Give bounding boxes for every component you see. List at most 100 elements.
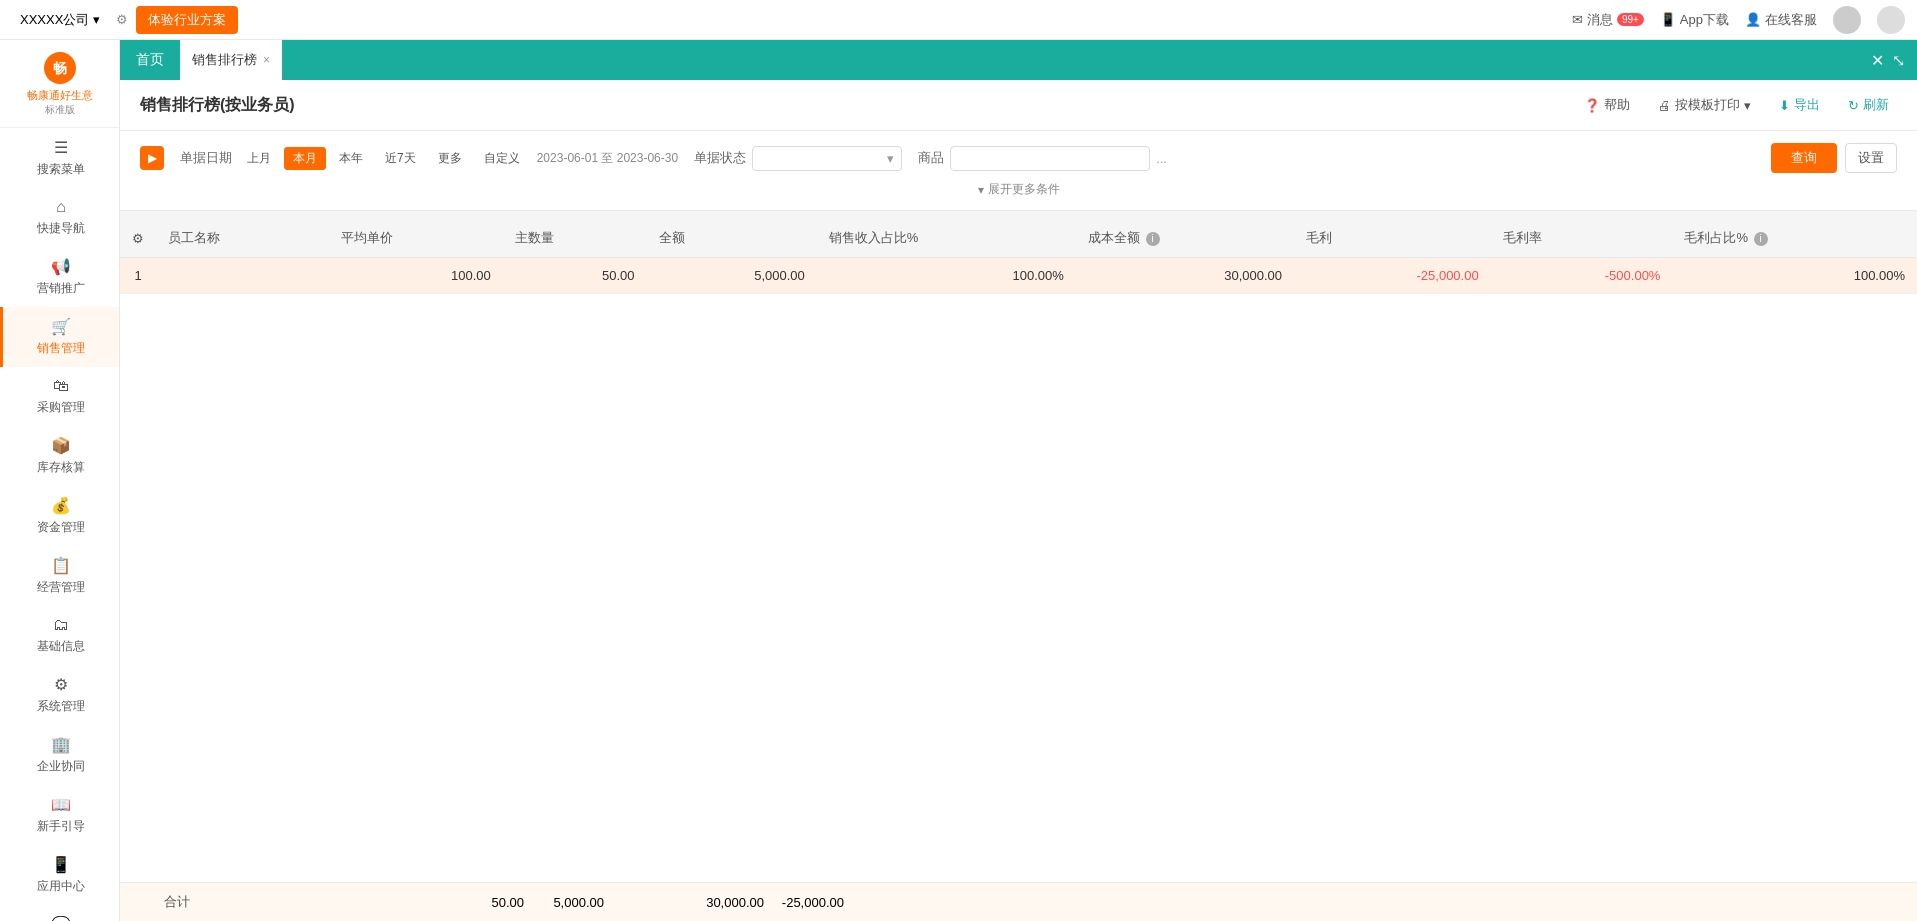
cell-cost: 30,000.00 [1076, 258, 1294, 294]
expand-more-btn[interactable]: ▾ 展开更多条件 [140, 181, 1897, 198]
operations-icon: 📋 [51, 556, 71, 575]
logo-icon: 畅 [42, 50, 78, 86]
company-selector[interactable]: XXXXX公司 ▾ [12, 7, 108, 33]
wechat-icon: 💬 [51, 915, 71, 921]
tab-sales-ranking[interactable]: 销售排行榜 × [180, 40, 282, 80]
expand-label: 展开更多条件 [988, 181, 1060, 198]
cell-quantity: 50.00 [503, 258, 647, 294]
print-btn[interactable]: 🖨 按模板打印 ▾ [1650, 92, 1759, 118]
service-label: 在线客服 [1765, 11, 1817, 29]
col-settings: ⚙ [120, 219, 156, 258]
sidebar-item-wechat[interactable]: 💬 企业微信 [0, 905, 119, 921]
col-gross: 毛利 [1294, 219, 1491, 258]
goods-input[interactable] [950, 146, 1150, 171]
app-icon: 📱 [1660, 12, 1676, 27]
col-amount: 全额 [647, 219, 817, 258]
export-icon: ⬇ [1779, 98, 1790, 113]
sidebar-label-system: 系统管理 [37, 698, 85, 715]
sidebar-logo: 畅 畅康通好生意 标准版 [0, 40, 119, 128]
date-buttons: 上月 本月 本年 近7天 更多 自定义 2023-06-01 至 2023-06… [238, 147, 678, 170]
footer-gross: -25,000.00 [764, 895, 844, 910]
col-employee: 员工名称 [156, 219, 329, 258]
main-layout: 畅 畅康通好生意 标准版 ☰ 搜索菜单 ⌂ 快捷导航 📢 营销推广 🛒 销售管理… [0, 40, 1917, 921]
settings-col-icon[interactable]: ⚙ [132, 231, 144, 246]
sidebar-label-search: 搜索菜单 [37, 161, 85, 178]
sidebar-item-purchase[interactable]: 🛍 采购管理 [0, 367, 119, 426]
app-download-btn[interactable]: 📱 App下载 [1660, 11, 1729, 29]
col-quantity: 主数量 [503, 219, 647, 258]
sidebar-item-quick-nav[interactable]: ⌂ 快捷导航 [0, 188, 119, 247]
sidebar-item-capital[interactable]: 💰 资金管理 [0, 486, 119, 546]
home-icon: ⌂ [56, 198, 66, 216]
col-avg-price: 平均单价 [329, 219, 502, 258]
filter-toggle[interactable]: ▶ [140, 146, 164, 170]
sidebar-item-guide[interactable]: 📖 新手引导 [0, 785, 119, 845]
sidebar-item-enterprise[interactable]: 🏢 企业协同 [0, 725, 119, 785]
table-row: 1 100.00 50.00 5,000.00 100.00% 30,000.0… [120, 258, 1917, 294]
window-expand-icon[interactable]: ⤡ [1892, 51, 1905, 70]
filter-row: ▶ 单据日期 上月 本月 本年 近7天 更多 自定义 2023-06-01 至 … [140, 143, 1897, 173]
marketing-icon: 📢 [51, 257, 71, 276]
cell-rank: 1 [120, 258, 156, 294]
sidebar-item-search-order[interactable]: ☰ 搜索菜单 [0, 128, 119, 188]
print-dropdown-icon: ▾ [1744, 98, 1751, 113]
grosspct-info-icon[interactable]: i [1754, 232, 1768, 246]
date-btn-this-month[interactable]: 本月 [284, 147, 326, 170]
trial-button[interactable]: 体验行业方案 [136, 6, 238, 34]
filter-right: 查询 设置 [1771, 143, 1897, 173]
sidebar-item-basic-info[interactable]: 🗂 基础信息 [0, 606, 119, 665]
logo-text: 畅康通好生意 [27, 88, 93, 103]
help-btn[interactable]: ❓ 帮助 [1576, 92, 1638, 118]
table-footer: 合计 50.00 5,000.00 30,000.00 -25,000.00 [120, 882, 1917, 921]
sidebar-item-inventory[interactable]: 📦 库存核算 [0, 426, 119, 486]
date-btn-this-year[interactable]: 本年 [330, 147, 372, 170]
date-btn-last-month[interactable]: 上月 [238, 147, 280, 170]
tab-home[interactable]: 首页 [120, 40, 180, 80]
cost-info-icon[interactable]: i [1146, 232, 1160, 246]
help-icon: ❓ [1584, 98, 1600, 113]
tab-close-icon[interactable]: × [263, 53, 270, 67]
sidebar-item-sales[interactable]: 🛒 销售管理 [0, 307, 119, 367]
window-close-icon[interactable]: ✕ [1871, 51, 1884, 70]
sidebar-label-inventory: 库存核算 [37, 459, 85, 476]
sidebar-item-app-center[interactable]: 📱 应用中心 [0, 845, 119, 905]
message-label: 消息 [1587, 11, 1613, 29]
date-btn-more[interactable]: 更多 [429, 147, 471, 170]
cell-avg-price: 100.00 [329, 258, 502, 294]
col-sales-pct: 销售收入占比% [817, 219, 1076, 258]
status-select[interactable] [752, 146, 902, 171]
settings-button[interactable]: 设置 [1845, 143, 1897, 173]
sidebar-label-quicknav: 快捷导航 [37, 220, 85, 237]
sidebar-item-system[interactable]: ⚙ 系统管理 [0, 665, 119, 725]
date-btn-custom[interactable]: 自定义 [475, 147, 529, 170]
date-btn-7days[interactable]: 近7天 [376, 147, 425, 170]
tab-bar: 首页 销售排行榜 × ✕ ⤡ [120, 40, 1917, 80]
enterprise-icon: 🏢 [51, 735, 71, 754]
sidebar-item-marketing[interactable]: 📢 营销推广 [0, 247, 119, 307]
date-range: 2023-06-01 至 2023-06-30 [537, 150, 678, 167]
gear-icon[interactable]: ⚙ [116, 12, 128, 27]
avatar2[interactable] [1877, 6, 1905, 34]
date-label: 单据日期 [180, 149, 232, 167]
tab-label: 销售排行榜 [192, 51, 257, 69]
export-btn[interactable]: ⬇ 导出 [1771, 92, 1828, 118]
dropdown-icon: ▾ [93, 12, 100, 27]
message-btn[interactable]: ✉ 消息 99+ [1572, 11, 1644, 29]
cell-employee [156, 258, 329, 294]
capital-icon: 💰 [51, 496, 71, 515]
cell-gross-pct: 100.00% [1672, 258, 1917, 294]
refresh-btn[interactable]: ↻ 刷新 [1840, 92, 1897, 118]
system-icon: ⚙ [54, 675, 68, 694]
sidebar-item-operations[interactable]: 📋 经营管理 [0, 546, 119, 606]
query-button[interactable]: 查询 [1771, 143, 1837, 173]
more-link[interactable]: ... [1156, 151, 1167, 166]
col-gross-pct: 毛利占比% i [1672, 219, 1917, 258]
print-label: 按模板打印 [1675, 96, 1740, 114]
page-actions: ❓ 帮助 🖨 按模板打印 ▾ ⬇ 导出 ↻ 刷新 [1576, 92, 1897, 118]
avatar[interactable] [1833, 6, 1861, 34]
inventory-icon: 📦 [51, 436, 71, 455]
sidebar: 畅 畅康通好生意 标准版 ☰ 搜索菜单 ⌂ 快捷导航 📢 营销推广 🛒 销售管理… [0, 40, 120, 921]
col-cost: 成本全额 i [1076, 219, 1294, 258]
top-right-area: ✉ 消息 99+ 📱 App下载 👤 在线客服 [1572, 6, 1905, 34]
online-service-btn[interactable]: 👤 在线客服 [1745, 11, 1817, 29]
